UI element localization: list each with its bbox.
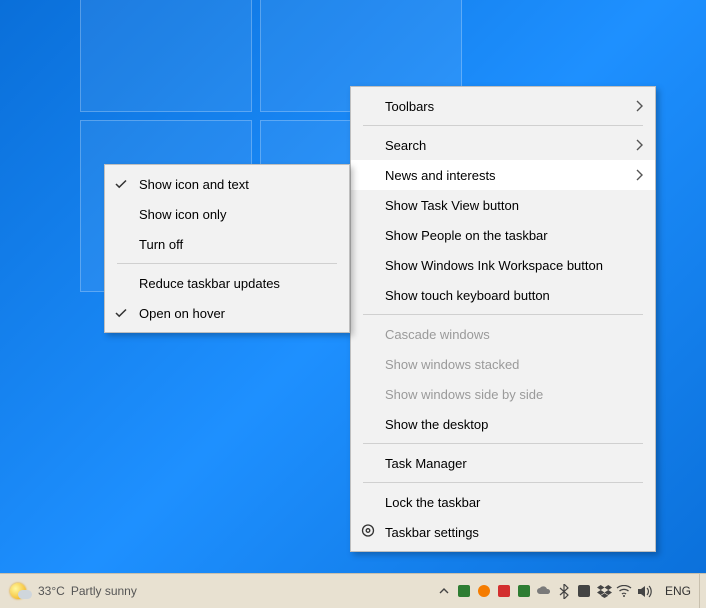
separator — [363, 314, 643, 315]
menu-label: Taskbar settings — [385, 525, 479, 540]
separator — [363, 443, 643, 444]
menu-label: Show touch keyboard button — [385, 288, 550, 303]
tray-wifi-icon[interactable] — [616, 583, 633, 600]
menu-cascade-windows: Cascade windows — [351, 319, 655, 349]
menu-label: News and interests — [385, 168, 496, 183]
tray-dropbox-icon[interactable] — [596, 583, 613, 600]
menu-news-and-interests[interactable]: News and interests — [351, 160, 655, 190]
menu-show-touch-keyboard[interactable]: Show touch keyboard button — [351, 280, 655, 310]
menu-show-people[interactable]: Show People on the taskbar — [351, 220, 655, 250]
submenu-turn-off[interactable]: Turn off — [105, 229, 349, 259]
language-indicator[interactable]: ENG — [665, 584, 691, 598]
menu-label: Show icon only — [139, 207, 226, 222]
tray-chevron-up-icon[interactable] — [436, 583, 453, 600]
menu-label: Lock the taskbar — [385, 495, 480, 510]
separator — [363, 482, 643, 483]
menu-show-ink-workspace[interactable]: Show Windows Ink Workspace button — [351, 250, 655, 280]
tray-bluetooth-icon[interactable] — [556, 583, 573, 600]
chevron-right-icon — [635, 169, 643, 181]
menu-label: Show icon and text — [139, 177, 249, 192]
menu-show-task-view[interactable]: Show Task View button — [351, 190, 655, 220]
temperature: 33°C — [38, 584, 65, 598]
tray-app-icon[interactable] — [496, 583, 513, 600]
submenu-reduce-updates[interactable]: Reduce taskbar updates — [105, 268, 349, 298]
menu-label: Task Manager — [385, 456, 467, 471]
menu-label: Reduce taskbar updates — [139, 276, 280, 291]
menu-toolbars[interactable]: Toolbars — [351, 91, 655, 121]
menu-label: Turn off — [139, 237, 183, 252]
check-icon — [115, 178, 127, 190]
weather-widget[interactable]: 33°C Partly sunny — [10, 583, 137, 599]
menu-label: Toolbars — [385, 99, 434, 114]
tray-app-icon[interactable] — [576, 583, 593, 600]
separator — [363, 125, 643, 126]
menu-label: Show windows stacked — [385, 357, 519, 372]
weather-text: Partly sunny — [71, 584, 137, 598]
menu-label: Open on hover — [139, 306, 225, 321]
submenu-show-icon-only[interactable]: Show icon only — [105, 199, 349, 229]
cloud-icon — [18, 590, 32, 599]
menu-label: Show People on the taskbar — [385, 228, 548, 243]
news-and-interests-submenu: Show icon and text Show icon only Turn o… — [104, 164, 350, 333]
chevron-right-icon — [635, 139, 643, 151]
menu-show-desktop[interactable]: Show the desktop — [351, 409, 655, 439]
menu-show-stacked: Show windows stacked — [351, 349, 655, 379]
tray-app-icon[interactable] — [456, 583, 473, 600]
submenu-open-on-hover[interactable]: Open on hover — [105, 298, 349, 328]
system-tray — [436, 583, 653, 600]
menu-label: Show Windows Ink Workspace button — [385, 258, 603, 273]
menu-label: Search — [385, 138, 426, 153]
taskbar[interactable]: 33°C Partly sunny ENG — [0, 573, 706, 608]
separator — [117, 263, 337, 264]
menu-label: Show windows side by side — [385, 387, 543, 402]
menu-label: Cascade windows — [385, 327, 490, 342]
tray-onedrive-icon[interactable] — [536, 583, 553, 600]
menu-label: Show the desktop — [385, 417, 488, 432]
tray-volume-icon[interactable] — [636, 583, 653, 600]
menu-task-manager[interactable]: Task Manager — [351, 448, 655, 478]
taskbar-context-menu: Toolbars Search News and interests Show … — [350, 86, 656, 552]
show-desktop-button[interactable] — [699, 574, 706, 608]
check-icon — [115, 307, 127, 319]
tray-app-icon[interactable] — [476, 583, 493, 600]
menu-search[interactable]: Search — [351, 130, 655, 160]
menu-lock-taskbar[interactable]: Lock the taskbar — [351, 487, 655, 517]
menu-label: Show Task View button — [385, 198, 519, 213]
chevron-right-icon — [635, 100, 643, 112]
tray-app-icon[interactable] — [516, 583, 533, 600]
menu-taskbar-settings[interactable]: Taskbar settings — [351, 517, 655, 547]
submenu-show-icon-and-text[interactable]: Show icon and text — [105, 169, 349, 199]
menu-show-side-by-side: Show windows side by side — [351, 379, 655, 409]
gear-icon — [361, 524, 375, 541]
